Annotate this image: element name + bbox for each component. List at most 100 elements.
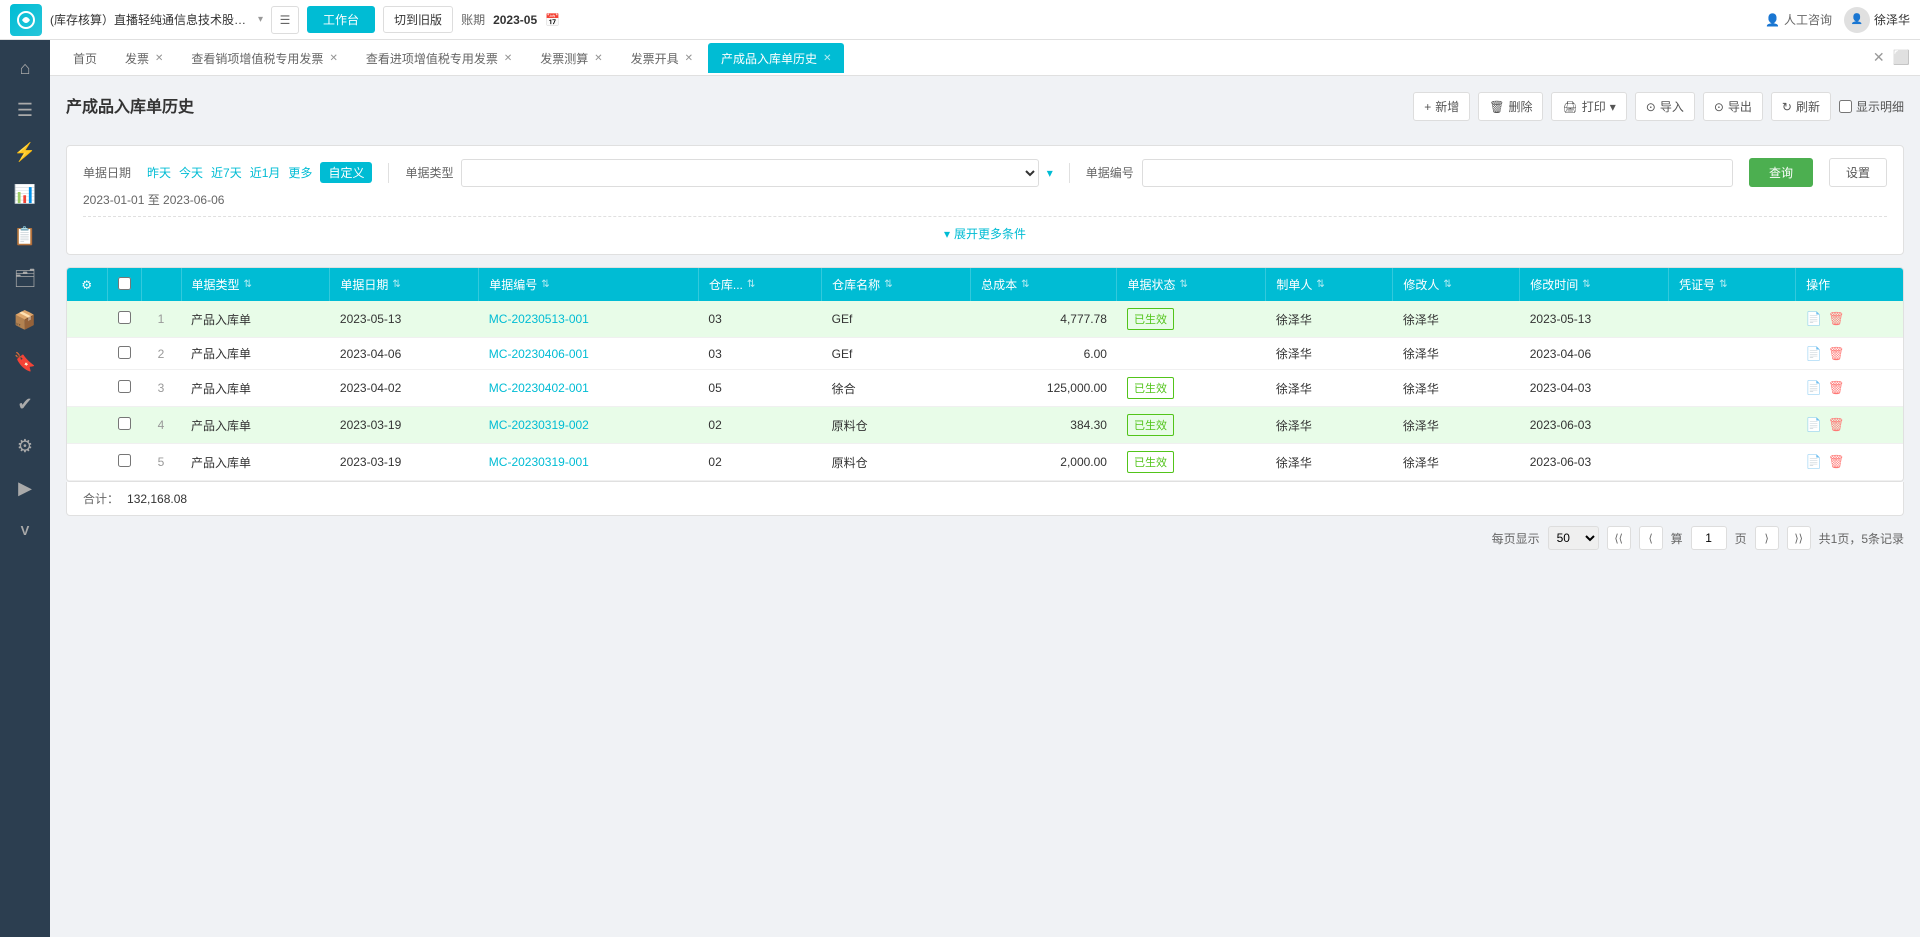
th-warehouse-name[interactable]: 仓库名称⇅ — [822, 268, 971, 301]
sidebar-item-chart[interactable]: ⚡ — [5, 132, 45, 172]
tab-product-inbound[interactable]: 产成品入库单历史 ✕ — [708, 43, 844, 73]
tab-close-all-icon[interactable]: ✕ — [1873, 49, 1885, 66]
help-button[interactable]: 👤 人工咨询 — [1765, 11, 1832, 28]
th-modify-time[interactable]: 修改时间⇅ — [1520, 268, 1669, 301]
tab-invoice-open-close[interactable]: ✕ — [685, 53, 693, 64]
custom-btn[interactable]: 自定义 — [320, 162, 372, 183]
tab-invoice-calc-close[interactable]: ✕ — [594, 53, 602, 64]
sidebar-item-version[interactable]: V — [5, 510, 45, 550]
row-checkbox[interactable] — [118, 311, 131, 324]
row-delete-btn[interactable]: 🗑 — [1828, 417, 1845, 433]
workbench-button[interactable]: 工作台 — [307, 6, 375, 33]
last-month-btn[interactable]: 近1月 — [250, 164, 281, 181]
sidebar-item-doc[interactable]: ☰ — [5, 90, 45, 130]
row-number[interactable]: MC-20230319-002 — [479, 407, 699, 444]
tab-purchase-invoice[interactable]: 查看进项增值税专用发票 ✕ — [353, 43, 525, 73]
sidebar-item-tax[interactable]: 📋 — [5, 216, 45, 256]
th-type[interactable]: 单据类型⇅ — [181, 268, 330, 301]
row-checkbox-cell[interactable] — [107, 370, 141, 407]
row-checkbox[interactable] — [118, 454, 131, 467]
select-all-checkbox[interactable] — [118, 277, 131, 290]
row-delete-btn[interactable]: 🗑 — [1828, 454, 1845, 470]
number-filter-input[interactable] — [1142, 159, 1733, 187]
refresh-button[interactable]: ↻ 刷新 — [1771, 92, 1831, 121]
sidebar-item-archive[interactable]: 🗂 — [5, 258, 45, 298]
row-number-link[interactable]: MC-20230319-001 — [489, 455, 589, 469]
th-date[interactable]: 单据日期⇅ — [330, 268, 479, 301]
page-number-input[interactable] — [1691, 526, 1727, 550]
calendar-icon[interactable]: 📅 — [545, 13, 560, 27]
tab-purchase-invoice-close[interactable]: ✕ — [504, 53, 512, 64]
row-edit-btn[interactable]: 📄 — [1806, 346, 1822, 362]
tab-invoice[interactable]: 发票 ✕ — [112, 43, 176, 73]
last-page-btn[interactable]: ⟩⟩ — [1787, 526, 1811, 550]
sidebar-item-analysis[interactable]: 📊 — [5, 174, 45, 214]
yesterday-btn[interactable]: 昨天 — [147, 164, 171, 181]
show-detail-input[interactable] — [1839, 100, 1852, 113]
row-number-link[interactable]: MC-20230402-001 — [489, 381, 589, 395]
new-button[interactable]: + 新增 — [1413, 92, 1470, 121]
row-edit-btn[interactable]: 📄 — [1806, 417, 1822, 433]
row-number[interactable]: MC-20230402-001 — [479, 370, 699, 407]
tab-product-inbound-close[interactable]: ✕ — [823, 53, 831, 64]
th-settings[interactable]: ⚙ — [67, 268, 107, 301]
row-delete-btn[interactable]: 🗑 — [1828, 346, 1845, 362]
row-checkbox[interactable] — [118, 380, 131, 393]
switch-version-button[interactable]: 切到旧版 — [383, 6, 453, 33]
export-button[interactable]: ⊙ 导出 — [1703, 92, 1763, 121]
th-modifier[interactable]: 修改人⇅ — [1393, 268, 1520, 301]
th-number[interactable]: 单据编号⇅ — [479, 268, 699, 301]
sidebar-item-stamp[interactable]: 🔖 — [5, 342, 45, 382]
sidebar-item-home[interactable]: ⌂ — [5, 48, 45, 88]
th-total-cost[interactable]: 总成本⇅ — [971, 268, 1117, 301]
row-checkbox-cell[interactable] — [107, 301, 141, 338]
setting-button[interactable]: 设置 — [1829, 158, 1887, 187]
row-delete-btn[interactable]: 🗑 — [1828, 380, 1845, 396]
import-button[interactable]: ⊙ 导入 — [1635, 92, 1695, 121]
sidebar-item-video[interactable]: ▶ — [5, 468, 45, 508]
th-checkbox[interactable] — [107, 268, 141, 301]
row-edit-btn[interactable]: 📄 — [1806, 380, 1822, 396]
sidebar-item-inventory[interactable]: 📦 — [5, 300, 45, 340]
row-checkbox[interactable] — [118, 346, 131, 359]
prev-page-btn[interactable]: ⟨ — [1639, 526, 1663, 550]
company-dropdown-icon[interactable]: ▾ — [258, 14, 263, 25]
next-page-btn[interactable]: ⟩ — [1755, 526, 1779, 550]
sidebar-item-settings[interactable]: ⚙ — [5, 426, 45, 466]
expand-button[interactable]: ▾ 展开更多条件 — [944, 225, 1026, 242]
show-detail-checkbox[interactable]: 显示明细 — [1839, 98, 1904, 115]
user-menu[interactable]: 👤 徐泽华 — [1844, 7, 1910, 33]
tab-maximize-icon[interactable]: ⬜ — [1893, 49, 1910, 66]
th-creator[interactable]: 制单人⇅ — [1266, 268, 1393, 301]
row-delete-btn[interactable]: 🗑 — [1828, 311, 1845, 327]
row-number[interactable]: MC-20230406-001 — [479, 338, 699, 370]
tab-invoice-open[interactable]: 发票开具 ✕ — [618, 43, 706, 73]
doc-icon[interactable]: ☰ — [271, 6, 299, 34]
today-btn[interactable]: 今天 — [179, 164, 203, 181]
more-btn[interactable]: 更多 — [288, 164, 312, 181]
type-filter-select[interactable] — [461, 159, 1038, 187]
row-edit-btn[interactable]: 📄 — [1806, 311, 1822, 327]
tab-home[interactable]: 首页 — [60, 43, 110, 73]
tab-sales-invoice-close[interactable]: ✕ — [329, 53, 337, 64]
row-checkbox-cell[interactable] — [107, 407, 141, 444]
tab-sales-invoice[interactable]: 查看销项增值税专用发票 ✕ — [178, 43, 350, 73]
row-number-link[interactable]: MC-20230319-002 — [489, 418, 589, 432]
sidebar-item-approval[interactable]: ✔ — [5, 384, 45, 424]
query-button[interactable]: 查询 — [1749, 158, 1813, 187]
tab-invoice-calc[interactable]: 发票测算 ✕ — [527, 43, 615, 73]
row-number-link[interactable]: MC-20230406-001 — [489, 347, 589, 361]
th-warehouse-code[interactable]: 仓库...⇅ — [698, 268, 821, 301]
last7-btn[interactable]: 近7天 — [211, 164, 242, 181]
tab-invoice-close[interactable]: ✕ — [155, 53, 163, 64]
per-page-select[interactable]: 50 100 200 — [1548, 526, 1599, 550]
row-checkbox-cell[interactable] — [107, 444, 141, 481]
th-voucher[interactable]: 凭证号⇅ — [1669, 268, 1796, 301]
th-status[interactable]: 单据状态⇅ — [1117, 268, 1266, 301]
row-number[interactable]: MC-20230319-001 — [479, 444, 699, 481]
row-edit-btn[interactable]: 📄 — [1806, 454, 1822, 470]
row-number[interactable]: MC-20230513-001 — [479, 301, 699, 338]
delete-button[interactable]: 🗑 删除 — [1478, 92, 1543, 121]
print-button[interactable]: 🖨 打印 ▾ — [1551, 92, 1626, 121]
row-checkbox[interactable] — [118, 417, 131, 430]
